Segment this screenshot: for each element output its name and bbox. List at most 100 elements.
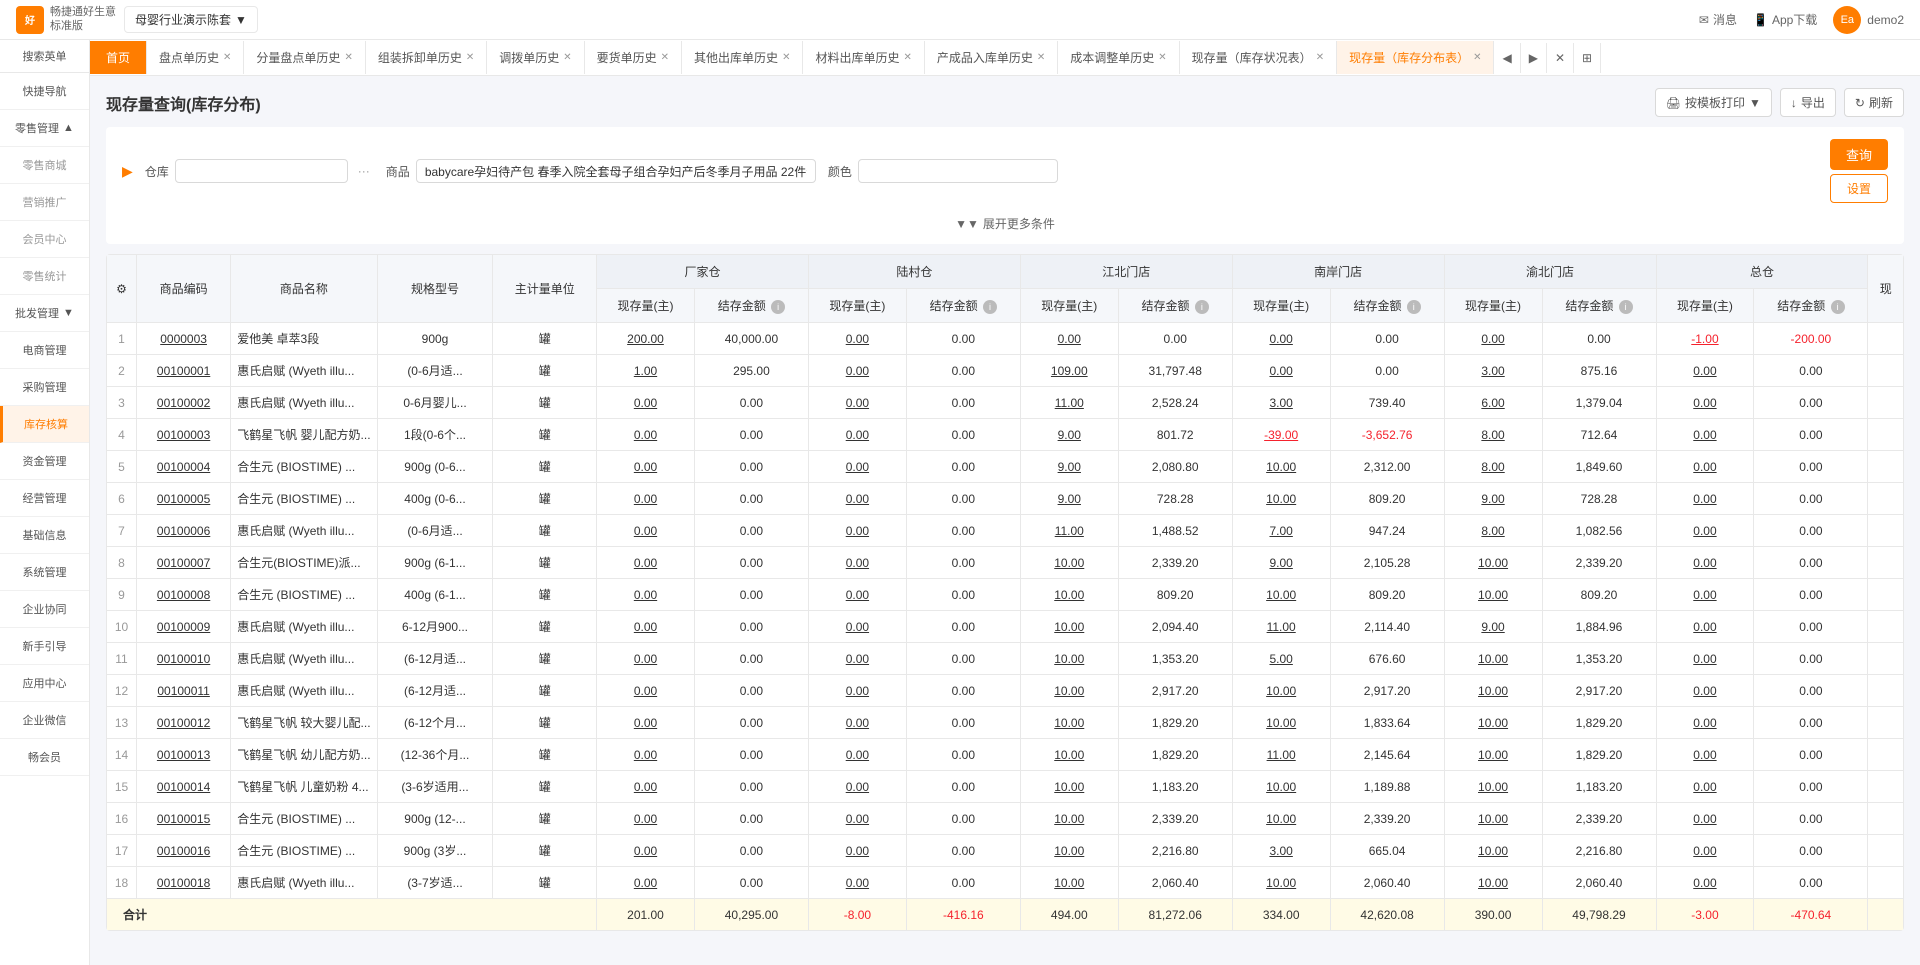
row-code[interactable]: 00100009 — [137, 611, 231, 643]
row-total-qty[interactable]: 0.00 — [1656, 355, 1754, 387]
sidebar-item-finance[interactable]: 资金管理 — [0, 443, 89, 480]
close-tab-icon[interactable]: ✕ — [344, 52, 352, 63]
sidebar-item-purchase[interactable]: 采购管理 — [0, 369, 89, 406]
row-nan-qty[interactable]: 3.00 — [1232, 835, 1330, 867]
row-total-qty[interactable]: 0.00 — [1656, 771, 1754, 803]
row-lu-qty[interactable]: 0.00 — [808, 707, 906, 739]
row-nan-qty[interactable]: 0.00 — [1232, 323, 1330, 355]
export-btn[interactable]: ↓ 导出 — [1780, 88, 1836, 117]
row-total-qty[interactable]: 0.00 — [1656, 579, 1754, 611]
row-code[interactable]: 00100001 — [137, 355, 231, 387]
row-total-qty[interactable]: 0.00 — [1656, 483, 1754, 515]
close-tab-icon[interactable]: ✕ — [1316, 52, 1324, 63]
info-icon[interactable]: i — [1195, 300, 1209, 314]
row-yubei-qty[interactable]: 6.00 — [1444, 387, 1542, 419]
row-total-qty[interactable]: 0.00 — [1656, 835, 1754, 867]
row-yubei-qty[interactable]: 10.00 — [1444, 803, 1542, 835]
row-factory-qty[interactable]: 1.00 — [597, 355, 695, 387]
info-icon[interactable]: i — [1407, 300, 1421, 314]
sidebar-item-vip[interactable]: 畅会员 — [0, 739, 89, 776]
expand-arrow-icon[interactable]: ▶ — [122, 163, 133, 180]
sidebar-item-retail[interactable]: 零售管理 ▲ — [0, 110, 89, 147]
row-yubei-qty[interactable]: 10.00 — [1444, 643, 1542, 675]
row-nan-qty[interactable]: 10.00 — [1232, 867, 1330, 899]
row-code[interactable]: 00100018 — [137, 867, 231, 899]
row-factory-qty[interactable]: 0.00 — [597, 419, 695, 451]
row-factory-qty[interactable]: 0.00 — [597, 547, 695, 579]
row-jiangbei-qty[interactable]: 10.00 — [1020, 611, 1118, 643]
sidebar-item-guide[interactable]: 新手引导 — [0, 628, 89, 665]
row-jiangbei-qty[interactable]: 10.00 — [1020, 739, 1118, 771]
row-nan-qty[interactable]: 10.00 — [1232, 771, 1330, 803]
row-yubei-qty[interactable]: 10.00 — [1444, 835, 1542, 867]
row-jiangbei-qty[interactable]: 10.00 — [1020, 867, 1118, 899]
tab-requisition[interactable]: 要货单历史 ✕ — [585, 41, 682, 74]
row-jiangbei-qty[interactable]: 10.00 — [1020, 707, 1118, 739]
row-nan-qty[interactable]: 10.00 — [1232, 483, 1330, 515]
tab-close-btn[interactable]: ✕ — [1547, 43, 1574, 73]
row-yubei-qty[interactable]: 10.00 — [1444, 579, 1542, 611]
row-jiangbei-qty[interactable]: 10.00 — [1020, 547, 1118, 579]
row-lu-qty[interactable]: 0.00 — [808, 515, 906, 547]
row-nan-qty[interactable]: 10.00 — [1232, 803, 1330, 835]
row-lu-qty[interactable]: 0.00 — [808, 579, 906, 611]
row-factory-qty[interactable]: 0.00 — [597, 707, 695, 739]
row-lu-qty[interactable]: 0.00 — [808, 867, 906, 899]
row-code[interactable]: 00100003 — [137, 419, 231, 451]
row-lu-qty[interactable]: 0.00 — [808, 675, 906, 707]
row-total-qty[interactable]: 0.00 — [1656, 419, 1754, 451]
goods-input[interactable] — [416, 159, 816, 183]
row-total-qty[interactable]: 0.00 — [1656, 611, 1754, 643]
sidebar-item-retailshop[interactable]: 零售商城 — [0, 147, 89, 184]
row-nan-qty[interactable]: 9.00 — [1232, 547, 1330, 579]
row-lu-qty[interactable]: 0.00 — [808, 451, 906, 483]
row-code[interactable]: 0000003 — [137, 323, 231, 355]
row-factory-qty[interactable]: 0.00 — [597, 835, 695, 867]
row-yubei-qty[interactable]: 3.00 — [1444, 355, 1542, 387]
close-tab-icon[interactable]: ✕ — [223, 52, 231, 63]
messages-btn[interactable]: ✉ 消息 — [1699, 11, 1737, 28]
row-lu-qty[interactable]: 0.00 — [808, 419, 906, 451]
close-tab-icon[interactable]: ✕ — [466, 52, 474, 63]
col-settings[interactable]: ⚙ — [107, 255, 137, 323]
row-lu-qty[interactable]: 0.00 — [808, 547, 906, 579]
row-lu-qty[interactable]: 0.00 — [808, 803, 906, 835]
row-code[interactable]: 00100007 — [137, 547, 231, 579]
row-jiangbei-qty[interactable]: 10.00 — [1020, 579, 1118, 611]
row-code[interactable]: 00100005 — [137, 483, 231, 515]
row-lu-qty[interactable]: 0.00 — [808, 771, 906, 803]
expand-more-btn[interactable]: ▼▼ 展开更多条件 — [955, 215, 1055, 232]
sidebar-item-ecommerce[interactable]: 电商管理 — [0, 332, 89, 369]
row-total-qty[interactable]: 0.00 — [1656, 739, 1754, 771]
row-lu-qty[interactable]: 0.00 — [808, 483, 906, 515]
info-icon[interactable]: i — [1831, 300, 1845, 314]
row-nan-qty[interactable]: 5.00 — [1232, 643, 1330, 675]
tab-product-in[interactable]: 产成品入库单历史 ✕ — [925, 41, 1058, 74]
row-factory-qty[interactable]: 0.00 — [597, 579, 695, 611]
sidebar-item-retailstat[interactable]: 零售统计 — [0, 258, 89, 295]
row-lu-qty[interactable]: 0.00 — [808, 611, 906, 643]
row-nan-qty[interactable]: 10.00 — [1232, 451, 1330, 483]
row-lu-qty[interactable]: 0.00 — [808, 387, 906, 419]
row-yubei-qty[interactable]: 8.00 — [1444, 419, 1542, 451]
row-nan-qty[interactable]: 7.00 — [1232, 515, 1330, 547]
tab-home[interactable]: 首页 — [90, 41, 147, 74]
sidebar-item-member[interactable]: 会员中心 — [0, 221, 89, 258]
row-nan-qty[interactable]: 10.00 — [1232, 579, 1330, 611]
close-tab-icon[interactable]: ✕ — [1158, 52, 1166, 63]
row-factory-qty[interactable]: 0.00 — [597, 739, 695, 771]
tab-inventory-check[interactable]: 盘点单历史 ✕ — [147, 41, 244, 74]
row-total-qty[interactable]: 0.00 — [1656, 675, 1754, 707]
tab-transfer[interactable]: 调拨单历史 ✕ — [487, 41, 584, 74]
tab-split-check[interactable]: 分量盘点单历史 ✕ — [244, 41, 365, 74]
info-icon[interactable]: i — [983, 300, 997, 314]
row-code[interactable]: 00100004 — [137, 451, 231, 483]
row-jiangbei-qty[interactable]: 109.00 — [1020, 355, 1118, 387]
row-nan-qty[interactable]: 3.00 — [1232, 387, 1330, 419]
row-total-qty[interactable]: 0.00 — [1656, 451, 1754, 483]
row-total-qty[interactable]: 0.00 — [1656, 515, 1754, 547]
sidebar-item-wechat[interactable]: 企业微信 — [0, 702, 89, 739]
row-jiangbei-qty[interactable]: 10.00 — [1020, 771, 1118, 803]
color-input[interactable] — [858, 159, 1058, 183]
row-yubei-qty[interactable]: 0.00 — [1444, 323, 1542, 355]
